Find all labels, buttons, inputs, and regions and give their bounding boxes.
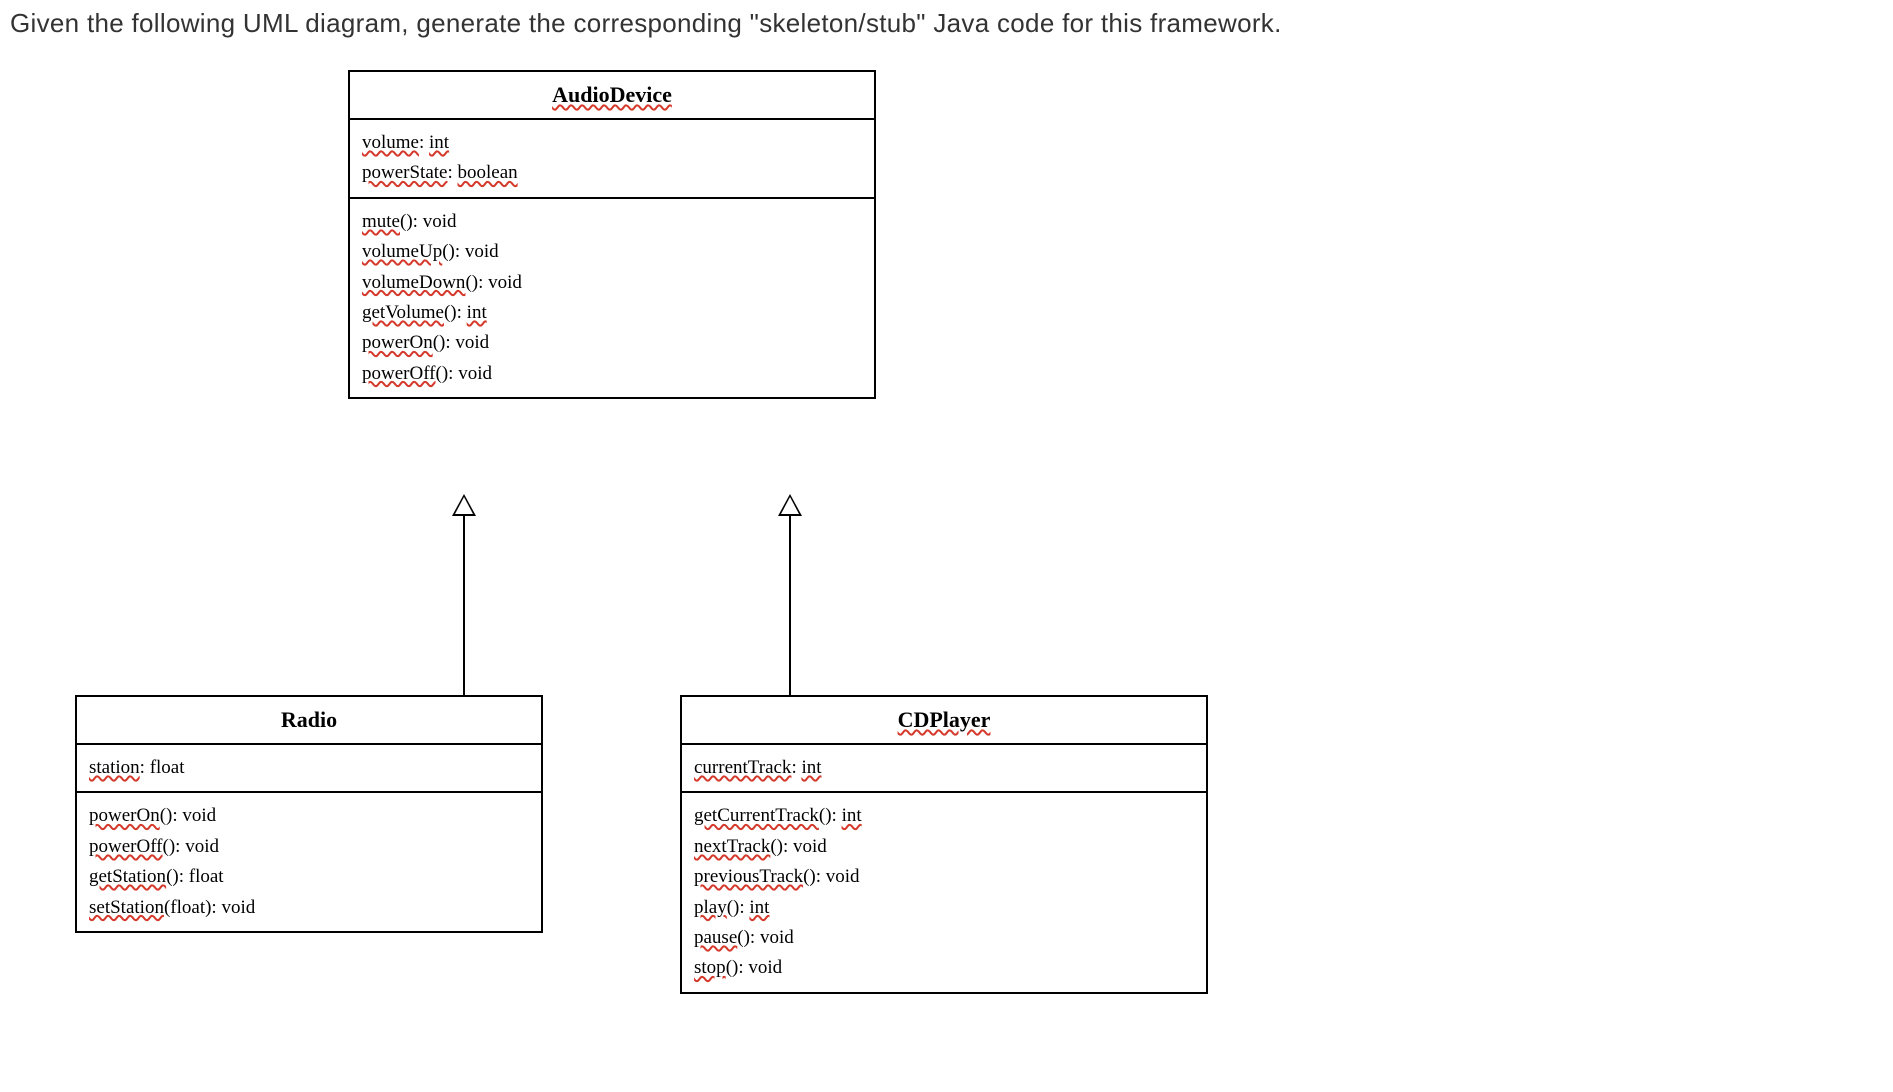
method-row: powerOff(): void <box>362 359 862 389</box>
inheritance-line <box>463 516 465 695</box>
method-row: powerOn(): void <box>362 328 862 358</box>
uml-class-radio: Radio station: float powerOn(): void pow… <box>75 695 543 933</box>
method-row: mute(): void <box>362 207 862 237</box>
method-row: powerOn(): void <box>89 801 529 831</box>
class-attrs-audiodevice: volume: int powerState: boolean <box>350 120 874 199</box>
method-row: previousTrack(): void <box>694 862 1194 892</box>
inheritance-arrowhead-icon <box>452 494 476 516</box>
attr-row: volume: int <box>362 128 862 158</box>
method-row: play(): int <box>694 893 1194 923</box>
attr-row: currentTrack: int <box>694 753 1194 783</box>
method-row: powerOff(): void <box>89 832 529 862</box>
method-row: setStation(float): void <box>89 893 529 923</box>
class-title-cdplayer: CDPlayer <box>682 697 1206 745</box>
method-row: nextTrack(): void <box>694 832 1194 862</box>
attr-row: station: float <box>89 753 529 783</box>
attr-row: powerState: boolean <box>362 158 862 188</box>
method-row: getCurrentTrack(): int <box>694 801 1194 831</box>
class-title-audiodevice: AudioDevice <box>350 72 874 120</box>
uml-class-cdplayer: CDPlayer currentTrack: int getCurrentTra… <box>680 695 1208 994</box>
method-row: getVolume(): int <box>362 298 862 328</box>
method-row: volumeDown(): void <box>362 268 862 298</box>
class-methods-radio: powerOn(): void powerOff(): void getStat… <box>77 793 541 931</box>
class-methods-audiodevice: mute(): void volumeUp(): void volumeDown… <box>350 199 874 397</box>
uml-diagram: AudioDevice volume: int powerState: bool… <box>0 0 1893 1092</box>
class-attrs-cdplayer: currentTrack: int <box>682 745 1206 793</box>
class-methods-cdplayer: getCurrentTrack(): int nextTrack(): void… <box>682 793 1206 991</box>
method-row: getStation(): float <box>89 862 529 892</box>
class-title-radio: Radio <box>77 697 541 745</box>
inheritance-arrowhead-icon <box>778 494 802 516</box>
class-attrs-radio: station: float <box>77 745 541 793</box>
method-row: volumeUp(): void <box>362 237 862 267</box>
method-row: pause(): void <box>694 923 1194 953</box>
inheritance-line <box>789 516 791 695</box>
method-row: stop(): void <box>694 953 1194 983</box>
uml-class-audiodevice: AudioDevice volume: int powerState: bool… <box>348 70 876 399</box>
